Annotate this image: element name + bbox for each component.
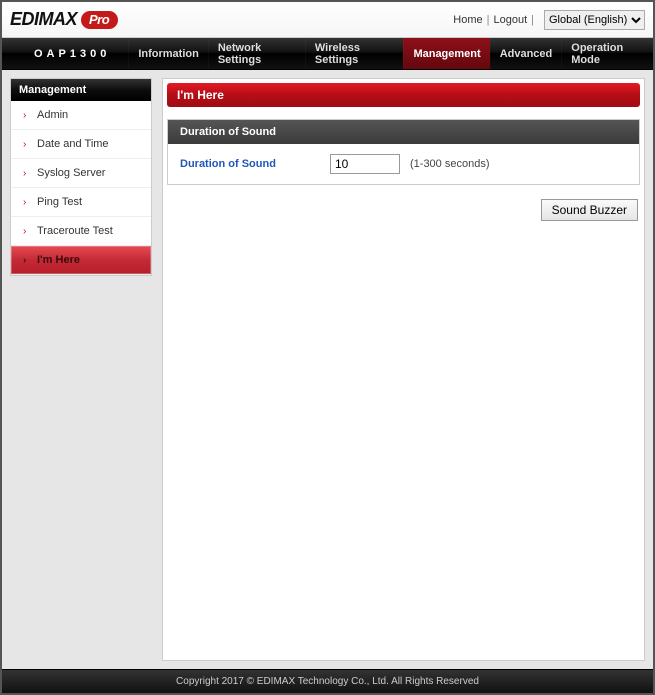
sidebar-title: Management: [11, 79, 151, 101]
page-title: I'm Here: [167, 83, 640, 107]
actions: Sound Buzzer: [167, 199, 640, 221]
main-nav: OAP1300 Information Network Settings Wir…: [2, 38, 653, 70]
home-link[interactable]: Home: [453, 14, 482, 26]
tab-management[interactable]: Management: [403, 38, 489, 69]
section-body: Duration of Sound (1-300 seconds): [168, 144, 639, 184]
chevron-right-icon: ›: [23, 255, 31, 266]
brand-logo: EDIMAX Pro: [10, 9, 118, 30]
chevron-right-icon: ›: [23, 168, 31, 179]
brand-main: EDIMAX: [10, 9, 77, 30]
chevron-right-icon: ›: [23, 197, 31, 208]
footer: Copyright 2017 © EDIMAX Technology Co., …: [2, 669, 653, 693]
tab-advanced[interactable]: Advanced: [490, 38, 562, 69]
model-label: OAP1300: [2, 38, 128, 69]
field-row-duration: Duration of Sound (1-300 seconds): [180, 154, 627, 174]
tab-network-settings[interactable]: Network Settings: [208, 38, 305, 69]
sidebar-item-label: Ping Test: [37, 196, 82, 208]
sound-buzzer-button[interactable]: Sound Buzzer: [541, 199, 638, 221]
chevron-right-icon: ›: [23, 139, 31, 150]
sidebar-item-traceroute[interactable]: › Traceroute Test: [11, 217, 151, 246]
sidebar-item-admin[interactable]: › Admin: [11, 101, 151, 130]
sidebar-item-label: Syslog Server: [37, 167, 105, 179]
section-duration: Duration of Sound Duration of Sound (1-3…: [167, 119, 640, 185]
field-hint: (1-300 seconds): [410, 158, 490, 170]
section-header: Duration of Sound: [168, 120, 639, 144]
language-select[interactable]: Global (English): [544, 10, 645, 30]
chevron-right-icon: ›: [23, 110, 31, 121]
logout-link[interactable]: Logout: [493, 14, 527, 26]
tab-information[interactable]: Information: [128, 38, 208, 69]
top-header: EDIMAX Pro Home | Logout | Global (Engli…: [2, 2, 653, 38]
sidebar-item-label: Traceroute Test: [37, 225, 113, 237]
sidebar-item-im-here[interactable]: › I'm Here: [11, 246, 151, 275]
sidebar-item-label: Date and Time: [37, 138, 109, 150]
body-area: Management › Admin › Date and Time › Sys…: [2, 70, 653, 669]
sidebar-item-date-time[interactable]: › Date and Time: [11, 130, 151, 159]
sidebar: Management › Admin › Date and Time › Sys…: [10, 78, 152, 276]
field-label-duration: Duration of Sound: [180, 158, 320, 170]
sidebar-item-label: Admin: [37, 109, 68, 121]
header-links: Home | Logout | Global (English): [453, 10, 645, 30]
brand-sub: Pro: [81, 11, 118, 29]
tab-operation-mode[interactable]: Operation Mode: [561, 38, 653, 69]
separator: |: [487, 14, 490, 26]
chevron-right-icon: ›: [23, 226, 31, 237]
separator: |: [531, 14, 534, 26]
sidebar-item-syslog[interactable]: › Syslog Server: [11, 159, 151, 188]
sidebar-item-label: I'm Here: [37, 254, 80, 266]
footer-text: Copyright 2017 © EDIMAX Technology Co., …: [176, 676, 479, 687]
sidebar-item-ping-test[interactable]: › Ping Test: [11, 188, 151, 217]
duration-input[interactable]: [330, 154, 400, 174]
main-panel: I'm Here Duration of Sound Duration of S…: [162, 78, 645, 661]
tab-wireless-settings[interactable]: Wireless Settings: [305, 38, 404, 69]
nav-tabs: Information Network Settings Wireless Se…: [128, 38, 653, 69]
